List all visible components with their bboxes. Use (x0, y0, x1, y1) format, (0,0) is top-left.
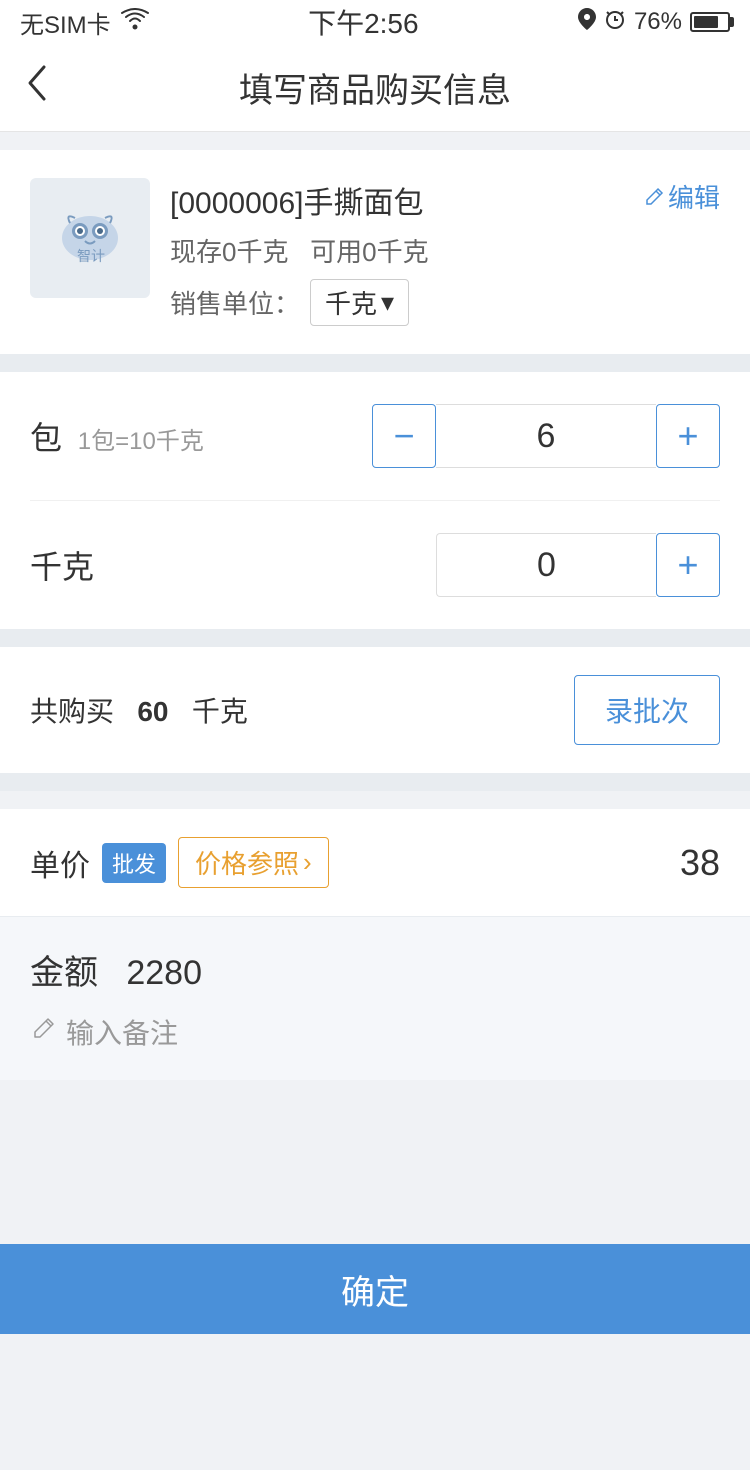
price-ref-button[interactable]: 价格参照 › (178, 837, 329, 888)
wifi-icon (121, 8, 149, 37)
page-title: 填写商品购买信息 (239, 63, 511, 112)
product-stock: 现存0千克 可用0千克 (170, 232, 720, 269)
quantity-section: 包 1包=10千克 − + 千克 + (0, 372, 750, 629)
price-label: 单价 (30, 841, 90, 885)
product-logo: 智计 (55, 203, 125, 273)
svg-text:智计: 智计 (77, 248, 105, 263)
price-section: 单价 批发 价格参照 › 38 (0, 809, 750, 916)
back-button[interactable] (24, 63, 48, 112)
carrier-text: 无SIM卡 (20, 5, 111, 40)
product-image: 智计 (30, 178, 150, 298)
white-space (0, 1080, 750, 1380)
price-ref-label: 价格参照 (195, 844, 299, 881)
kg-controls: + (436, 533, 720, 597)
product-name: [0000006]手撕面包 (170, 178, 423, 222)
price-tag: 批发 (102, 843, 166, 883)
pack-label-group: 包 1包=10千克 (30, 413, 204, 459)
pack-conversion: 1包=10千克 (78, 428, 204, 455)
pack-quantity-input[interactable] (436, 404, 656, 468)
total-amount: 60 (137, 696, 168, 727)
total-section: 共购买 60 千克 录批次 (0, 647, 750, 773)
total-unit: 千克 (192, 696, 248, 727)
pack-label: 包 (30, 420, 62, 456)
kg-plus-button[interactable]: + (656, 533, 720, 597)
batch-button[interactable]: 录批次 (574, 675, 720, 745)
nav-bar: 填写商品购买信息 (0, 44, 750, 132)
kg-quantity-input[interactable] (436, 533, 656, 597)
price-ref-arrow: › (303, 847, 312, 878)
unit-select[interactable]: 千克 ▾ (310, 279, 409, 326)
edit-button[interactable]: 编辑 (644, 178, 720, 215)
unit-value: 千克 (325, 284, 377, 321)
product-unit-row: 销售单位： 千克 ▾ (170, 279, 720, 326)
total-label: 共购买 (30, 696, 114, 727)
pack-quantity-row: 包 1包=10千克 − + (30, 372, 720, 501)
available-text: 可用0千克 (310, 237, 428, 267)
section-divider-2 (0, 629, 750, 647)
remark-label: 输入备注 (66, 1012, 178, 1052)
pack-controls: − + (372, 404, 720, 468)
product-info: [0000006]手撕面包 编辑 现存0千克 可用0千克 销售单位： 千克 (170, 178, 720, 326)
remark-row[interactable]: 输入备注 (30, 1012, 720, 1052)
alarm-icon (604, 8, 626, 37)
unit-label: 销售单位： (170, 284, 300, 321)
edit-label: 编辑 (668, 178, 720, 215)
total-text: 共购买 60 千克 (30, 690, 248, 730)
battery-icon (690, 12, 730, 32)
battery-text: 76% (634, 8, 682, 36)
confirm-btn-label: 确定 (341, 1265, 409, 1314)
time-display: 下午2:56 (308, 2, 419, 42)
kg-label: 千克 (30, 542, 94, 588)
amount-section: 金额 2280 输入备注 (0, 916, 750, 1080)
product-card: 智计 [0000006]手撕面包 编辑 现存0千克 可用0千克 (0, 150, 750, 354)
status-left: 无SIM卡 (20, 5, 149, 40)
status-right: 76% (578, 8, 730, 37)
amount-value: 2280 (126, 954, 202, 992)
price-left: 单价 批发 价格参照 › (30, 837, 329, 888)
pencil-icon (30, 1016, 56, 1049)
status-bar: 无SIM卡 下午2:56 (0, 0, 750, 44)
location-icon (578, 8, 596, 37)
pack-plus-button[interactable]: + (656, 404, 720, 468)
stock-text: 现存0千克 (170, 237, 288, 267)
section-divider-3 (0, 773, 750, 791)
unit-dropdown-icon: ▾ (381, 287, 394, 318)
section-divider-1 (0, 354, 750, 372)
confirm-button[interactable]: 确定 (0, 1244, 750, 1334)
kg-quantity-row: 千克 + (30, 501, 720, 629)
amount-label: 金额 (30, 954, 98, 992)
price-value: 38 (680, 842, 720, 884)
amount-row: 金额 2280 (30, 945, 720, 994)
pack-minus-button[interactable]: − (372, 404, 436, 468)
